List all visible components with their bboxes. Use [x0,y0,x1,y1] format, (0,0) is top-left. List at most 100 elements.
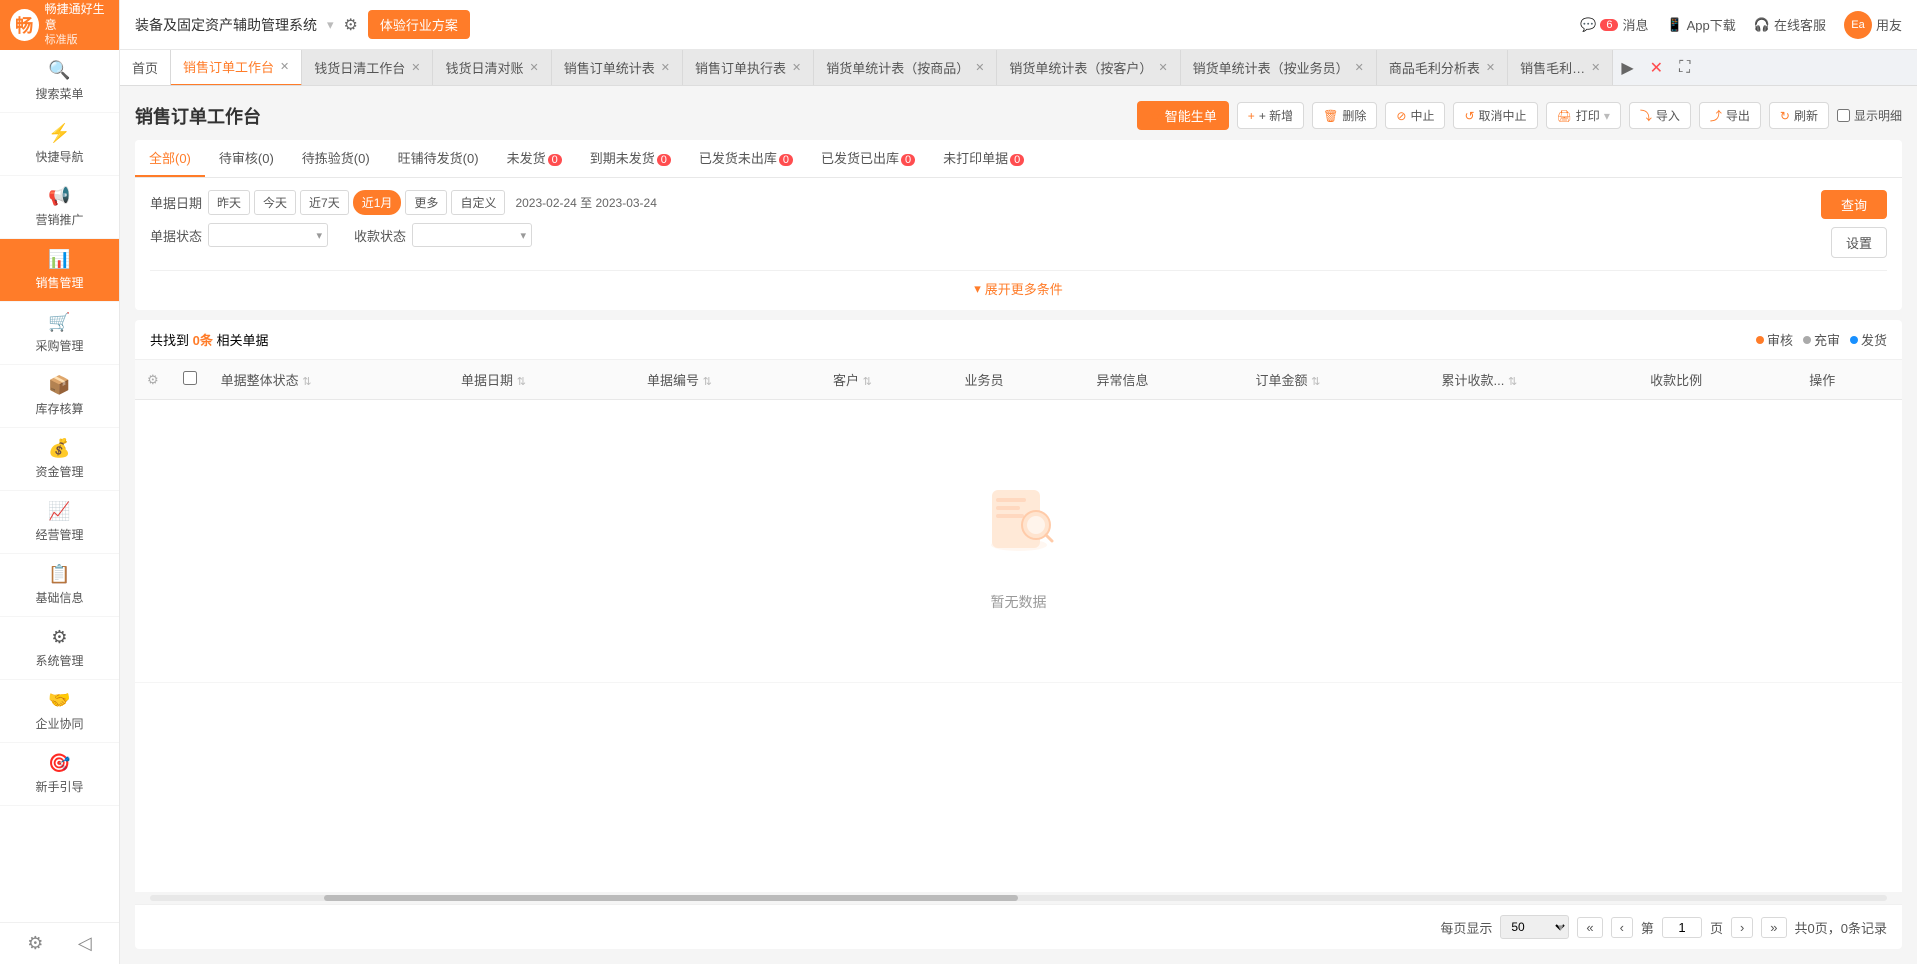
tab-close-6[interactable]: ✕ [975,61,984,74]
export-btn[interactable]: ⤴ 导出 [1699,102,1761,129]
sidebar-label-9: 系统管理 [35,652,83,669]
sort-cumulative-icon[interactable]: ⇅ [1508,376,1517,388]
settings-col-icon[interactable]: ⚙ [147,372,159,387]
payment-select[interactable] [412,223,532,247]
tab-close-7[interactable]: ✕ [1158,61,1167,74]
tabbar-expand[interactable]: ⛶ [1671,59,1698,77]
empty-state: 暂无数据 [147,410,1890,672]
tabbar-more-btn[interactable]: ▶ [1613,58,1641,78]
filter-tab-1[interactable]: 待审核(0) [205,140,288,177]
topbar-settings-icon[interactable]: ⚙ [344,15,358,35]
add-btn[interactable]: + + 新增 [1237,102,1304,129]
online-service-btn[interactable]: 🎧 在线客服 [1754,15,1826,34]
filter-tab-0[interactable]: 全部(0) [135,140,205,177]
stop-btn[interactable]: ⊘ 中止 [1385,102,1445,129]
first-page-btn[interactable]: « [1577,917,1602,938]
tab-close-9[interactable]: ✕ [1486,61,1495,74]
sort-number-icon[interactable]: ⇅ [703,376,712,388]
more-btn[interactable]: 更多 [405,190,447,215]
industry-btn[interactable]: 体验行业方案 [368,10,470,39]
delete-btn[interactable]: 🗑 删除 [1312,102,1377,129]
show-detail-label: 显示明细 [1837,107,1902,124]
tab-9[interactable]: 商品毛利分析表✕ [1377,50,1508,86]
sidebar-item-3[interactable]: 📊 销售管理 [0,239,119,302]
cancel-stop-btn[interactable]: ↺ 取消中止 [1453,102,1537,129]
prev-page-btn[interactable]: ‹ [1611,917,1633,938]
expand-more-btn[interactable]: ▾ 展开更多条件 [974,279,1063,298]
sidebar-item-11[interactable]: 🎯 新手引导 [0,743,119,806]
per-page-select[interactable]: 50 100 200 [1500,915,1569,939]
sidebar-item-2[interactable]: 📢 营销推广 [0,176,119,239]
sidebar-item-1[interactable]: ⚡ 快捷导航 [0,113,119,176]
tab-close-1[interactable]: ✕ [280,60,289,73]
tab-2[interactable]: 钱货日清工作台✕ [302,50,433,86]
tab-8[interactable]: 销货单统计表（按业务员）✕ [1181,50,1377,86]
query-btn[interactable]: 查询 [1821,190,1887,219]
sidebar-item-9[interactable]: ⚙ 系统管理 [0,617,119,680]
sort-amount-icon[interactable]: ⇅ [1311,376,1320,388]
tab-close-2[interactable]: ✕ [411,61,420,74]
smart-order-btn[interactable]: ★ 智能生单 [1137,101,1229,130]
sidebar-item-8[interactable]: 📋 基础信息 [0,554,119,617]
print-btn[interactable]: 🖨 打印 ▾ [1546,102,1621,129]
topbar-system-title: 装备及固定资产辅助管理系统 [135,15,317,35]
setting-btn[interactable]: 设置 [1831,227,1887,258]
user-profile[interactable]: Ea 用友 [1844,11,1902,39]
tabbar-close-all[interactable]: ✕ [1642,58,1671,78]
sidebar-item-5[interactable]: 📦 库存核算 [0,365,119,428]
tab-4[interactable]: 销售订单统计表✕ [552,50,683,86]
page-input[interactable] [1662,917,1702,938]
filter-tab-8[interactable]: 未打印单据0 [929,140,1038,177]
custom-btn[interactable]: 自定义 [451,190,505,215]
collapse-icon[interactable]: ◁ [78,933,92,954]
sidebar-item-4[interactable]: 🛒 采购管理 [0,302,119,365]
refresh-btn[interactable]: ↻ 刷新 [1769,102,1829,129]
sort-status-icon[interactable]: ⇅ [302,376,311,388]
sort-customer-icon[interactable]: ⇅ [863,376,872,388]
next-page-btn[interactable]: › [1731,917,1753,938]
settings-icon[interactable]: ⚙ [27,933,43,954]
select-all-checkbox[interactable] [183,371,197,385]
show-detail-checkbox[interactable] [1837,109,1850,122]
tab-10[interactable]: 销售毛利…✕ [1508,50,1613,86]
filter-tab-7[interactable]: 已发货已出库0 [807,140,929,177]
sidebar-item-0[interactable]: 🔍 搜索菜单 [0,50,119,113]
sidebar-item-6[interactable]: 💰 资金管理 [0,428,119,491]
sidebar-label-11: 新手引导 [35,778,83,795]
today-btn[interactable]: 今天 [254,190,296,215]
scrollbar-thumb[interactable] [324,895,1019,901]
tab-5[interactable]: 销售订单执行表✕ [683,50,814,86]
import-btn[interactable]: ⤵ 导入 [1629,102,1691,129]
tab-close-8[interactable]: ✕ [1355,61,1364,74]
app-download-btn[interactable]: 📱 App下载 [1666,15,1735,34]
tab-close-10[interactable]: ✕ [1591,61,1600,74]
tab-7[interactable]: 销货单统计表（按客户）✕ [997,50,1180,86]
tab-0[interactable]: 首页 [120,50,171,86]
yesterday-btn[interactable]: 昨天 [208,190,250,215]
ship-action[interactable]: 发货 [1850,330,1887,349]
undo-audit-action[interactable]: 充审 [1803,330,1840,349]
audit-action[interactable]: 审核 [1756,330,1793,349]
tab-label-1: 销售订单工作台 [183,57,274,76]
tab-close-4[interactable]: ✕ [661,61,670,74]
filter-tab-5[interactable]: 到期未发货0 [576,140,685,177]
message-btn[interactable]: 💬 6 消息 [1580,15,1648,34]
filter-badge-8: 0 [1010,154,1024,166]
last-page-btn[interactable]: » [1761,917,1786,938]
filter-tab-4[interactable]: 未发货0 [493,140,576,177]
tab-close-3[interactable]: ✕ [530,61,539,74]
status-select[interactable] [208,223,328,247]
filter-tab-2[interactable]: 待拣验货(0) [288,140,384,177]
sort-date-icon[interactable]: ⇅ [517,376,526,388]
tab-1[interactable]: 销售订单工作台 ✕ [171,50,302,86]
month-btn[interactable]: 近1月 [353,190,402,215]
tab-3[interactable]: 钱货日清对账✕ [433,50,551,86]
sidebar-item-10[interactable]: 🤝 企业协同 [0,680,119,743]
tab-6[interactable]: 销货单统计表（按商品）✕ [814,50,997,86]
tab-close-5[interactable]: ✕ [792,61,801,74]
sidebar-item-7[interactable]: 📈 经营管理 [0,491,119,554]
week-btn[interactable]: 近7天 [300,190,349,215]
message-icon: 💬 [1580,17,1596,33]
filter-tab-6[interactable]: 已发货未出库0 [685,140,807,177]
filter-tab-3[interactable]: 旺铺待发货(0) [384,140,493,177]
